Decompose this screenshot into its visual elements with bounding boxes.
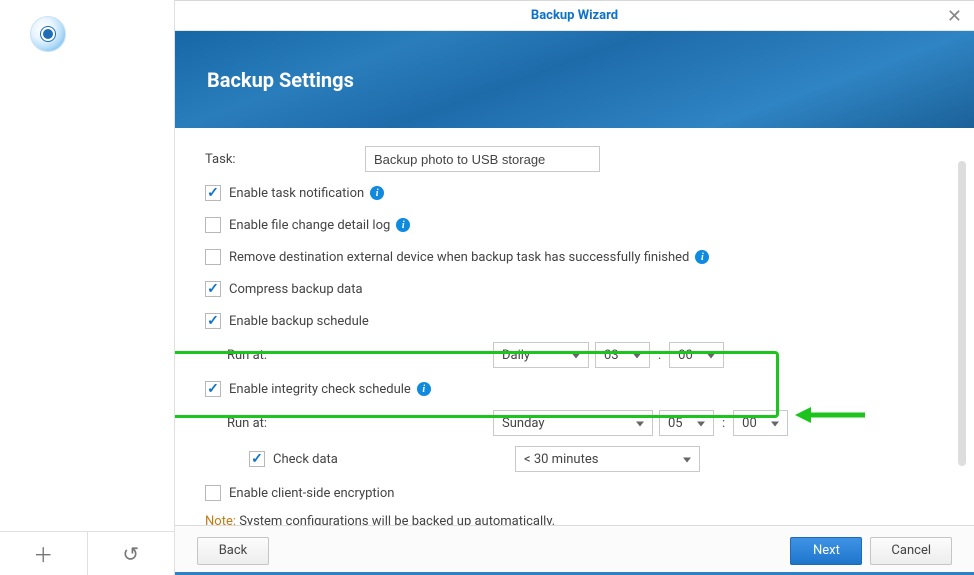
info-icon[interactable]: i — [370, 186, 384, 200]
cancel-button[interactable]: Cancel — [870, 537, 952, 565]
schedule-minute-select[interactable]: 00 — [669, 342, 724, 368]
banner-heading: Backup Settings — [207, 68, 354, 92]
info-icon[interactable]: i — [417, 382, 431, 396]
back-button[interactable]: Back — [197, 537, 269, 565]
check-data-label: Check data — [273, 452, 515, 467]
app-sidebar: ＋ ↺ — [0, 0, 175, 575]
enable-filechange-checkbox[interactable] — [205, 217, 221, 233]
dialog-title: Backup Wizard — [531, 8, 618, 23]
history-icon: ↺ — [122, 542, 139, 566]
backup-wizard-dialog: Backup Wizard ✕ Backup Settings Task: En… — [175, 0, 974, 575]
enable-notification-label: Enable task notification — [229, 186, 364, 201]
enable-schedule-label: Enable backup schedule — [229, 314, 369, 329]
content-scrollbar[interactable] — [958, 161, 966, 466]
remove-device-label: Remove destination external device when … — [229, 250, 689, 265]
info-icon[interactable]: i — [695, 250, 709, 264]
schedule-frequency-select[interactable]: Daily — [493, 342, 589, 368]
client-encryption-label: Enable client-side encryption — [229, 486, 394, 501]
task-name-input[interactable] — [365, 146, 600, 172]
task-label: Task: — [205, 152, 365, 167]
time-colon: : — [658, 348, 661, 363]
integrity-minute-select[interactable]: 00 — [733, 410, 788, 436]
note-text: System configurations will be backed up … — [236, 514, 555, 525]
add-button[interactable]: ＋ — [0, 532, 88, 575]
check-data-checkbox[interactable] — [249, 451, 265, 467]
plus-icon: ＋ — [33, 539, 53, 568]
next-button[interactable]: Next — [790, 537, 862, 565]
schedule-hour-select[interactable]: 03 — [595, 342, 650, 368]
enable-schedule-checkbox[interactable] — [205, 313, 221, 329]
enable-notification-checkbox[interactable] — [205, 185, 221, 201]
check-data-time-select[interactable]: < 30 minutes — [515, 446, 700, 472]
time-colon: : — [722, 416, 725, 431]
dialog-banner: Backup Settings — [175, 31, 974, 128]
schedule-runat-label: Run at: — [227, 348, 493, 363]
remove-device-checkbox[interactable] — [205, 249, 221, 265]
compress-checkbox[interactable] — [205, 281, 221, 297]
enable-filechange-label: Enable file change detail log — [229, 218, 390, 233]
compress-label: Compress backup data — [229, 282, 363, 297]
enable-integrity-label: Enable integrity check schedule — [229, 382, 411, 397]
integrity-runat-label: Run at: — [227, 416, 493, 431]
app-logo-icon — [30, 16, 66, 52]
history-button[interactable]: ↺ — [88, 532, 175, 575]
note-prefix: Note: — [205, 514, 236, 525]
integrity-hour-select[interactable]: 05 — [659, 410, 714, 436]
integrity-day-select[interactable]: Sunday — [493, 410, 653, 436]
close-icon[interactable]: ✕ — [947, 6, 962, 27]
info-icon[interactable]: i — [396, 218, 410, 232]
client-encryption-checkbox[interactable] — [205, 485, 221, 501]
enable-integrity-checkbox[interactable] — [205, 381, 221, 397]
